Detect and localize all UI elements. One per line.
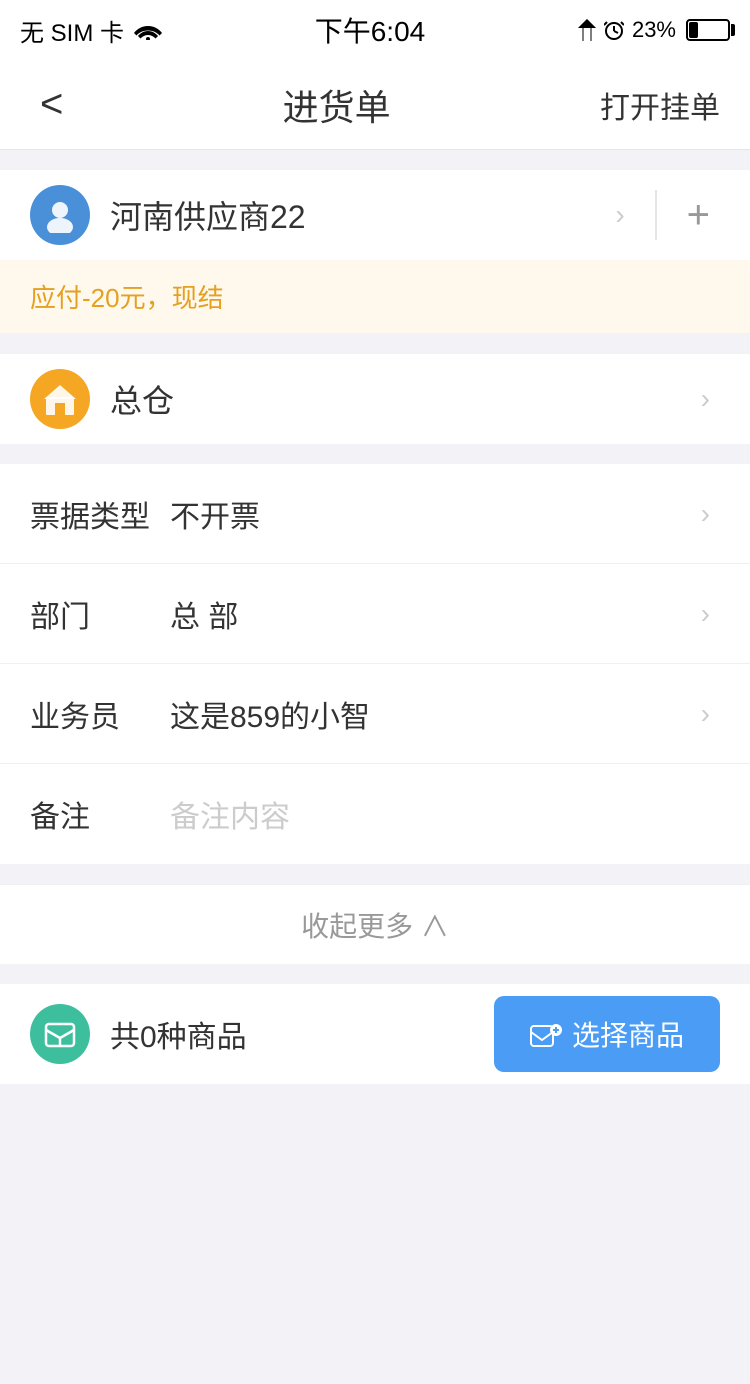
salesman-value: 这是859的小智: [170, 692, 701, 736]
status-right: 23%: [578, 17, 730, 43]
notice-text: 应付-20元，现结: [30, 283, 224, 313]
back-button[interactable]: <: [30, 72, 73, 137]
product-count: 共0种商品: [110, 1012, 494, 1056]
dept-label: 部门: [30, 592, 150, 636]
supplier-chevron-icon: ›: [615, 199, 624, 231]
select-product-icon: [530, 1016, 562, 1053]
salesman-label: 业务员: [30, 692, 150, 736]
battery-percent: 23%: [632, 17, 676, 43]
add-supplier-button[interactable]: +: [677, 183, 720, 248]
collapse-button[interactable]: 收起更多 ∧: [0, 884, 750, 964]
select-product-button[interactable]: 选择商品: [494, 996, 720, 1072]
top-divider: [0, 150, 750, 170]
status-time: 下午6:04: [315, 10, 426, 50]
bill-type-row[interactable]: 票据类型 不开票 ›: [0, 464, 750, 564]
wifi-icon: [134, 20, 162, 40]
salesman-row[interactable]: 业务员 这是859的小智 ›: [0, 664, 750, 764]
bottom-gray-area: [0, 1084, 750, 1384]
battery-icon: [686, 19, 730, 41]
remark-placeholder: 备注内容: [170, 792, 720, 836]
product-bar: 共0种商品 选择商品: [0, 984, 750, 1084]
warehouse-row[interactable]: 总仓 ›: [0, 354, 750, 444]
page-title: 进货单: [283, 79, 391, 131]
warehouse-chevron-icon: ›: [701, 383, 710, 415]
bill-type-value: 不开票: [170, 492, 701, 536]
supplier-avatar: [30, 185, 90, 245]
salesman-chevron-icon: ›: [701, 698, 710, 730]
department-row[interactable]: 部门 总 部 ›: [0, 564, 750, 664]
warehouse-name: 总仓: [110, 376, 701, 422]
signal-text: 无 SIM 卡: [20, 13, 124, 48]
open-pending-button[interactable]: 打开挂单: [600, 83, 720, 127]
alarm-icon: [604, 19, 624, 41]
warehouse-icon: [42, 381, 78, 417]
remark-label: 备注: [30, 792, 150, 836]
supplier-divider: [655, 190, 657, 240]
location-icon: [578, 19, 596, 41]
warehouse-icon-wrap: [30, 369, 90, 429]
status-left: 无 SIM 卡: [20, 13, 162, 48]
select-product-label: 选择商品: [572, 1014, 684, 1054]
form-section: 票据类型 不开票 › 部门 总 部 › 业务员 这是859的小智 › 备注 备注…: [0, 464, 750, 864]
product-icon-wrap: [30, 1004, 90, 1064]
status-bar: 无 SIM 卡 下午6:04 23%: [0, 0, 750, 60]
notice-bar: 应付-20元，现结: [0, 260, 750, 334]
supplier-name: 河南供应商22: [110, 192, 615, 238]
product-icon: [42, 1016, 78, 1052]
bill-type-chevron-icon: ›: [701, 498, 710, 530]
remark-row[interactable]: 备注 备注内容: [0, 764, 750, 864]
bill-type-label: 票据类型: [30, 492, 150, 536]
nav-bar: < 进货单 打开挂单: [0, 60, 750, 150]
supplier-row[interactable]: 河南供应商22 › +: [0, 170, 750, 260]
dept-value: 总 部: [170, 592, 701, 636]
person-icon: [42, 197, 78, 233]
collapse-label: 收起更多 ∧: [301, 905, 449, 945]
dept-chevron-icon: ›: [701, 598, 710, 630]
